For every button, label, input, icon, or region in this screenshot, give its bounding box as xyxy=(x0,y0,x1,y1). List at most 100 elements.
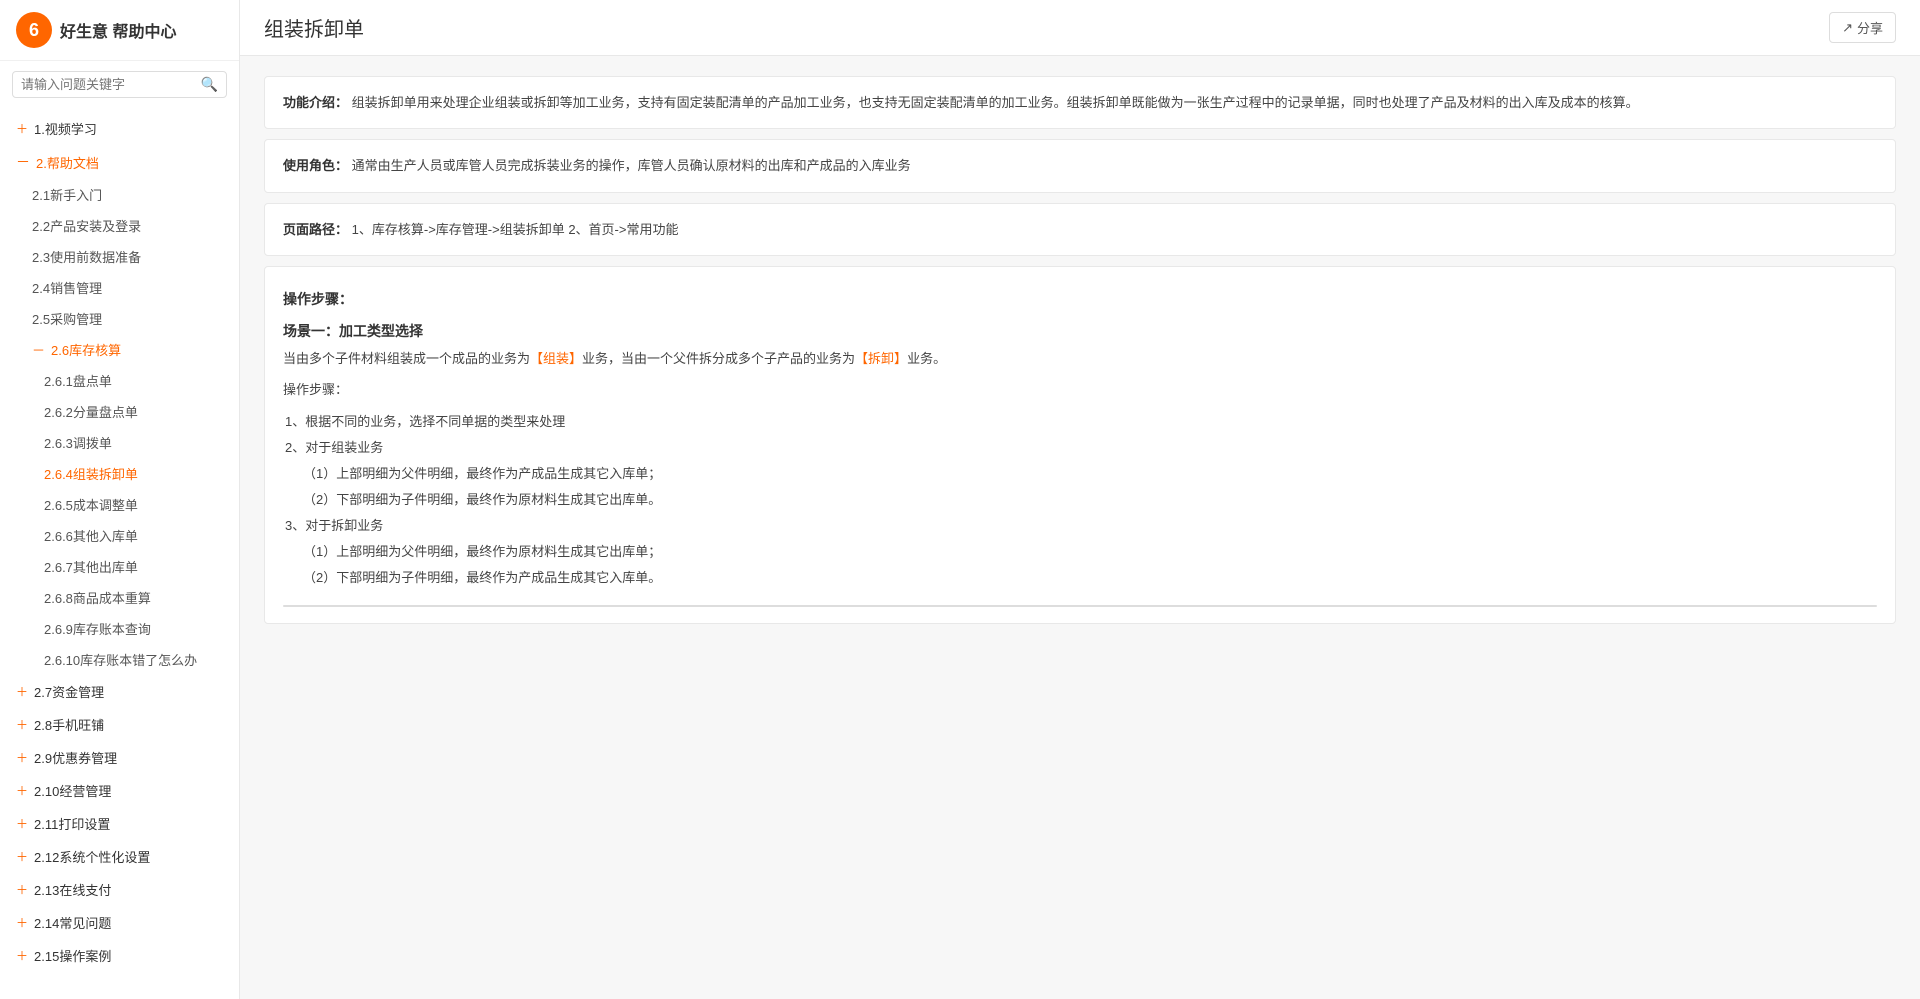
item-label: 2.4销售管理 xyxy=(32,278,102,297)
func-intro-block: 功能介绍： 组装拆卸单用来处理企业组装或拆卸等加工业务，支持有固定装配清单的产品… xyxy=(264,76,1896,129)
sidebar-item-newbie[interactable]: 2.1新手入门 xyxy=(0,179,239,210)
sidebar-item-cases[interactable]: ＋ 2.15操作案例 xyxy=(0,939,239,972)
role-text: 通常由生产人员或库管人员完成拆装业务的操作，库管人员确认原材料的出库和产成品的入… xyxy=(352,158,911,173)
sidebar-item-faq[interactable]: ＋ 2.14常见问题 xyxy=(0,906,239,939)
sidebar-item-install[interactable]: 2.2产品安装及登录 xyxy=(0,210,239,241)
logo-title: 好生意 帮助中心 xyxy=(60,18,176,42)
sidebar-item-other-in[interactable]: 2.6.6其他入库单 xyxy=(0,520,239,551)
sidebar-item-cost-recalc[interactable]: 2.6.8商品成本重算 xyxy=(0,582,239,613)
item-label: 2.3使用前数据准备 xyxy=(32,247,141,266)
item-label: 2.1新手入门 xyxy=(32,185,102,204)
item-label: 2.6.9库存账本查询 xyxy=(44,619,151,638)
sidebar-item-mobile[interactable]: ＋ 2.8手机旺铺 xyxy=(0,708,239,741)
item-label: 2.6.1盘点单 xyxy=(44,371,112,390)
sidebar-item-label: 2.10经营管理 xyxy=(34,781,111,800)
sidebar-item-other-out[interactable]: 2.6.7其他出库单 xyxy=(0,551,239,582)
step2-sub1: （1）上部明细为父件明细，最终作为产成品生成其它入库单； xyxy=(283,461,1877,487)
path-block: 页面路径： 1、库存核算->库存管理->组装拆卸单 2、首页->常用功能 xyxy=(264,203,1896,256)
role-label: 使用角色： xyxy=(283,158,348,173)
sidebar-item-label: 2.9优惠券管理 xyxy=(34,748,117,767)
sidebar-item-purchase[interactable]: 2.5采购管理 xyxy=(0,303,239,334)
plus-icon: ＋ xyxy=(16,683,28,700)
sidebar-item-stock-err[interactable]: 2.6.10库存账本错了怎么办 xyxy=(0,644,239,675)
sidebar-item-label: 2.7资金管理 xyxy=(34,682,104,701)
sidebar-item-stockcheck[interactable]: 2.6.1盘点单 xyxy=(0,365,239,396)
func-intro-label: 功能介绍： xyxy=(283,95,348,110)
scene1-desc-text: 当由多个子件材料组装成一个成品的业务为【组装】业务，当由一个父件拆分成多个子产品… xyxy=(283,351,946,366)
minus-icon2: － xyxy=(32,340,45,359)
step2-sub2: （2）下部明细为子件明细，最终作为原材料生成其它出库单。 xyxy=(283,487,1877,513)
sidebar-item-label: 2.15操作案例 xyxy=(34,946,111,965)
path-text: 1、库存核算->库存管理->组装拆卸单 2、首页->常用功能 xyxy=(352,222,679,237)
sidebar-item-costadj[interactable]: 2.6.5成本调整单 xyxy=(0,489,239,520)
item-label: 2.6.3调拨单 xyxy=(44,433,112,452)
plus-icon: ＋ xyxy=(16,716,28,733)
item-label: 2.6.4组装拆卸单 xyxy=(44,464,138,483)
func-intro-text: 组装拆卸单用来处理企业组装或拆卸等加工业务，支持有固定装配清单的产品加工业务，也… xyxy=(352,95,1639,110)
sidebar-item-label: 2.13在线支付 xyxy=(34,880,111,899)
sidebar-item-assembly[interactable]: 2.6.4组装拆卸单 xyxy=(0,458,239,489)
search-button[interactable]: 🔍 xyxy=(201,76,218,93)
top-bar: 组装拆卸单 ↗ 分享 xyxy=(240,0,1920,56)
item-label: 2.6.10库存账本错了怎么办 xyxy=(44,650,197,669)
plus-icon: ＋ xyxy=(16,120,28,137)
item-label: 2.6.5成本调整单 xyxy=(44,495,138,514)
page-title: 组装拆卸单 xyxy=(264,13,364,42)
sidebar-item-finance[interactable]: ＋ 2.7资金管理 xyxy=(0,675,239,708)
plus-icon: ＋ xyxy=(16,848,28,865)
nav-tree: ＋ 1.视频学习 － 2.帮助文档 2.1新手入门 2.2产品安装及登录 2.3… xyxy=(0,108,239,999)
plus-icon: ＋ xyxy=(16,749,28,766)
main-area: 组装拆卸单 ↗ 分享 功能介绍： 组装拆卸单用来处理企业组装或拆卸等加工业务，支… xyxy=(240,0,1920,999)
sidebar-item-customize[interactable]: ＋ 2.12系统个性化设置 xyxy=(0,840,239,873)
sidebar-item-stock-query[interactable]: 2.6.9库存账本查询 xyxy=(0,613,239,644)
sidebar-item-online-pay[interactable]: ＋ 2.13在线支付 xyxy=(0,873,239,906)
plus-icon: ＋ xyxy=(16,782,28,799)
search-input[interactable] xyxy=(21,77,201,92)
item-label: 2.2产品安装及登录 xyxy=(32,216,141,235)
scene1-title: 场景一：加工类型选择 xyxy=(283,321,1877,341)
item-label: 2.6.2分量盘点单 xyxy=(44,402,138,421)
search-box[interactable]: 🔍 xyxy=(12,71,227,98)
sidebar-item-requisition[interactable]: 2.6.3调拨单 xyxy=(0,427,239,458)
sidebar-item-stockdist[interactable]: 2.6.2分量盘点单 xyxy=(0,396,239,427)
item-label: 2.6.7其他出库单 xyxy=(44,557,138,576)
path-label: 页面路径： xyxy=(283,222,348,237)
scene1-desc: 当由多个子件材料组装成一个成品的业务为【组装】业务，当由一个父件拆分成多个子产品… xyxy=(283,347,1877,372)
plus-icon: ＋ xyxy=(16,914,28,931)
share-button[interactable]: ↗ 分享 xyxy=(1829,12,1896,43)
sidebar-item-sales[interactable]: 2.4销售管理 xyxy=(0,272,239,303)
sidebar-item-ops[interactable]: ＋ 2.10经营管理 xyxy=(0,774,239,807)
item-label: 2.6.6其他入库单 xyxy=(44,526,138,545)
step3-sub1: （1）上部明细为父件明细，最终作为原材料生成其它出库单； xyxy=(283,539,1877,565)
sidebar-item-label: 1.视频学习 xyxy=(34,119,97,138)
sidebar-item-data-prep[interactable]: 2.3使用前数据准备 xyxy=(0,241,239,272)
sidebar-item-coupon[interactable]: ＋ 2.9优惠券管理 xyxy=(0,741,239,774)
plus-icon: ＋ xyxy=(16,947,28,964)
sidebar-item-print[interactable]: ＋ 2.11打印设置 xyxy=(0,807,239,840)
ops-label: 操作步骤： xyxy=(283,289,1877,309)
sidebar-item-label: 2.14常见问题 xyxy=(34,913,111,932)
minus-icon: － xyxy=(16,152,30,172)
screenshot-container: 6 TEST-H002 ▼ 同期建账一天 📱 App下载 帮助中心 ◉ C.C … xyxy=(283,605,1877,607)
sidebar-item-help[interactable]: － 2.帮助文档 xyxy=(0,145,239,179)
scene1-ops-label: 操作步骤： xyxy=(283,378,1877,403)
sidebar-item-label: 2.12系统个性化设置 xyxy=(34,847,150,866)
step3-sub2: （2）下部明细为子件明细，最终作为产成品生成其它入库单。 xyxy=(283,565,1877,591)
sidebar-item-label: 2.帮助文档 xyxy=(36,153,99,172)
logo-icon: 6 xyxy=(16,12,52,48)
sidebar-item-video[interactable]: ＋ 1.视频学习 xyxy=(0,112,239,145)
sidebar-item-inventory[interactable]: － 2.6库存核算 xyxy=(0,334,239,365)
plus-icon: ＋ xyxy=(16,881,28,898)
item-label: 2.5采购管理 xyxy=(32,309,102,328)
step3: 3、对于拆卸业务 xyxy=(283,513,1877,539)
share-icon: ↗ xyxy=(1842,20,1853,36)
step2: 2、对于组装业务 xyxy=(283,435,1877,461)
sidebar-item-label: 2.11打印设置 xyxy=(34,814,110,833)
sidebar-header: 6 好生意 帮助中心 xyxy=(0,0,239,61)
role-block: 使用角色： 通常由生产人员或库管人员完成拆装业务的操作，库管人员确认原材料的出库… xyxy=(264,139,1896,192)
plus-icon: ＋ xyxy=(16,815,28,832)
item-label: 2.6库存核算 xyxy=(51,340,121,359)
share-label: 分享 xyxy=(1857,18,1883,37)
sidebar-item-label: 2.8手机旺铺 xyxy=(34,715,104,734)
mock-titlebar: 6 TEST-H002 ▼ 同期建账一天 📱 App下载 帮助中心 ◉ C.C … xyxy=(284,606,1876,607)
